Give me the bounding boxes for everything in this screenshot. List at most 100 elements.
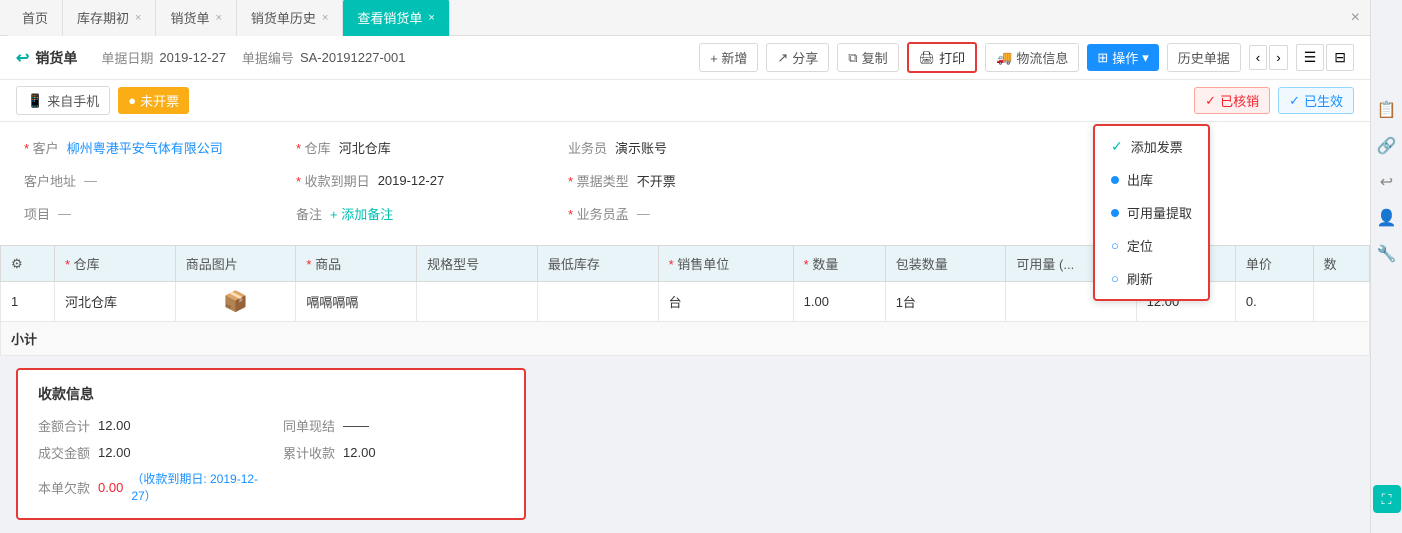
payment-total: 金额合计 12.00 [38, 416, 259, 435]
doc-actions: + 新增 ↗ 分享 ⧉ 复制 🖨 打印 🚚 物流信息 ⊞ 操作 ▾ [699, 42, 1354, 73]
row-index: 1 [1, 282, 55, 322]
doc-number-field: 单据编号 SA-20191227-001 [242, 48, 406, 67]
payment-transaction: 成交金额 12.00 [38, 443, 259, 462]
col-warehouse: 仓库 [54, 246, 175, 282]
check-circle-icon: ✓ [1289, 93, 1300, 109]
print-button[interactable]: 🖨 打印 [907, 42, 978, 73]
tab-close-view[interactable]: × [428, 12, 434, 24]
grid-icon: ⊞ [1097, 50, 1108, 66]
sidebar-expand-icon[interactable]: ⛶ [1373, 485, 1401, 513]
row-spec [417, 282, 538, 322]
row-quantity: 1.00 [793, 282, 885, 322]
address-field: 客户地址 — [24, 171, 264, 190]
doc-header: ↩ 销货单 单据日期 2019-12-27 单据编号 SA-20191227-0… [0, 36, 1370, 80]
doc-title: ↩ 销货单 [16, 48, 77, 68]
operate-button[interactable]: ⊞ 操作 ▾ [1087, 44, 1158, 71]
col-pkg-qty: 包装数量 [885, 246, 1006, 282]
dropdown-outbound[interactable]: 出库 [1095, 163, 1208, 196]
col-unit: 销售单位 [658, 246, 793, 282]
add-button[interactable]: + 新增 [699, 43, 758, 72]
row-unit: 台 [658, 282, 793, 322]
note-field: 备注 + 添加备注 [296, 204, 536, 223]
subtotal-label: 小计 [1, 322, 1370, 356]
sidebar-user-icon[interactable]: 👤 [1377, 208, 1397, 228]
project-field: 项目 — [24, 204, 264, 223]
col-price: 单价 [1235, 246, 1313, 282]
tab-close-inventory[interactable]: × [135, 12, 141, 24]
doc-icon: ↩ [16, 48, 29, 68]
not-open-ticket-button[interactable]: ● 未开票 [118, 87, 189, 114]
sidebar-doc-icon[interactable]: 📋 [1377, 100, 1397, 120]
expand-icon: ⛶ [1382, 491, 1392, 508]
dot-icon [1111, 209, 1119, 217]
tab-bar: 首页 库存期初 × 销货单 × 销货单历史 × 查看销货单 × × [0, 0, 1370, 36]
grid-view-button[interactable]: ⊟ [1326, 44, 1354, 71]
tab-close-history[interactable]: × [322, 12, 328, 24]
sold-badge: ✓ 已核销 [1194, 87, 1270, 114]
check-circle-icon: ✓ [1205, 93, 1216, 109]
payment-arrears: 本单欠款 0.00 （收款到期日: 2019-12-27） [38, 470, 259, 504]
check-icon: ✓ [1111, 138, 1123, 155]
history-button[interactable]: 历史单据 [1167, 43, 1241, 72]
window-close-button[interactable]: × [1351, 9, 1360, 27]
dot-orange-icon: ● [128, 93, 136, 108]
payment-cumulative: 累计收款 12.00 [283, 443, 504, 462]
col-product: 商品 [296, 246, 417, 282]
view-toggle: ☰ ⊟ [1296, 44, 1354, 71]
dropdown-locate[interactable]: ○ 定位 [1095, 229, 1208, 262]
row-min-stock [537, 282, 658, 322]
tab-sales-history[interactable]: 销货单历史 × [237, 0, 343, 36]
ticket-type-field: 票据类型 不开票 [568, 171, 808, 190]
from-phone-button[interactable]: 📱 来自手机 [16, 86, 110, 115]
logistics-button[interactable]: 🚚 物流信息 [985, 43, 1079, 72]
row-image: 📦 [175, 282, 296, 322]
payment-settlement: 同单现结 —— [283, 416, 504, 435]
tab-inventory-init[interactable]: 库存期初 × [63, 0, 156, 36]
sidebar-link-icon[interactable]: 🔗 [1377, 136, 1397, 156]
share-button[interactable]: ↗ 分享 [766, 43, 829, 72]
staff-field: 业务员 演示账号 [568, 138, 808, 157]
dot-icon [1111, 176, 1119, 184]
col-spec: 规格型号 [417, 246, 538, 282]
effect-badge: ✓ 已生效 [1278, 87, 1354, 114]
payment-title: 收款信息 [38, 384, 504, 404]
col-image: 商品图片 [175, 246, 296, 282]
print-icon: 🖨 [919, 50, 936, 66]
warehouse-field: 仓库 河北仓库 [296, 138, 536, 157]
next-button[interactable]: › [1269, 45, 1287, 70]
salesperson-field: 业务员孟 — [568, 204, 808, 223]
payment-info-box: 收款信息 金额合计 12.00 同单现结 —— 成交金额 12.00 累计收款 … [16, 368, 526, 520]
copy-button[interactable]: ⧉ 复制 [837, 43, 898, 72]
sub-action-bar: 📱 来自手机 ● 未开票 ✓ 已核销 ✓ 已生效 [0, 80, 1370, 122]
tab-sales-order[interactable]: 销货单 × [156, 0, 236, 36]
dropdown-refresh[interactable]: ○ 刷新 [1095, 262, 1208, 295]
dropdown-add-invoice[interactable]: ✓ 添加发票 [1095, 130, 1208, 163]
tab-close-sales[interactable]: × [215, 12, 221, 24]
payment-grid: 金额合计 12.00 同单现结 —— 成交金额 12.00 累计收款 12.00… [38, 416, 504, 504]
dropdown-available-qty[interactable]: 可用量提取 [1095, 196, 1208, 229]
row-amount [1313, 282, 1369, 322]
refresh-icon: ○ [1111, 271, 1119, 286]
row-pkg-qty: 1台 [885, 282, 1006, 322]
doc-meta: 单据日期 2019-12-27 单据编号 SA-20191227-001 [101, 48, 699, 67]
tab-view-sales[interactable]: 查看销货单 × [343, 0, 449, 36]
operate-dropdown: ✓ 添加发票 出库 可用量提取 ○ 定位 ○ 刷新 [1093, 124, 1210, 301]
sidebar-tool-icon[interactable]: 🔧 [1377, 244, 1397, 264]
share-icon: ↗ [777, 50, 788, 66]
prev-button[interactable]: ‹ [1249, 45, 1267, 70]
row-product: 嗝嗝嗝嗝 [296, 282, 417, 322]
col-settings[interactable]: ⚙ [1, 246, 55, 282]
right-sidebar: 📋 🔗 ↩ 👤 🔧 ⛶ [1370, 0, 1402, 533]
circle-icon: ○ [1111, 238, 1119, 253]
col-quantity: 数量 [793, 246, 885, 282]
add-note-button[interactable]: + 添加备注 [330, 204, 393, 223]
row-warehouse: 河北仓库 [54, 282, 175, 322]
tab-home[interactable]: 首页 [8, 0, 63, 36]
nav-arrows: ‹ › [1249, 45, 1288, 70]
copy-icon: ⧉ [848, 50, 857, 66]
phone-icon: 📱 [27, 93, 43, 109]
sidebar-undo-icon[interactable]: ↩ [1380, 172, 1393, 192]
chevron-down-icon: ▾ [1142, 50, 1149, 66]
list-view-button[interactable]: ☰ [1296, 44, 1325, 71]
truck-icon: 🚚 [996, 50, 1012, 66]
